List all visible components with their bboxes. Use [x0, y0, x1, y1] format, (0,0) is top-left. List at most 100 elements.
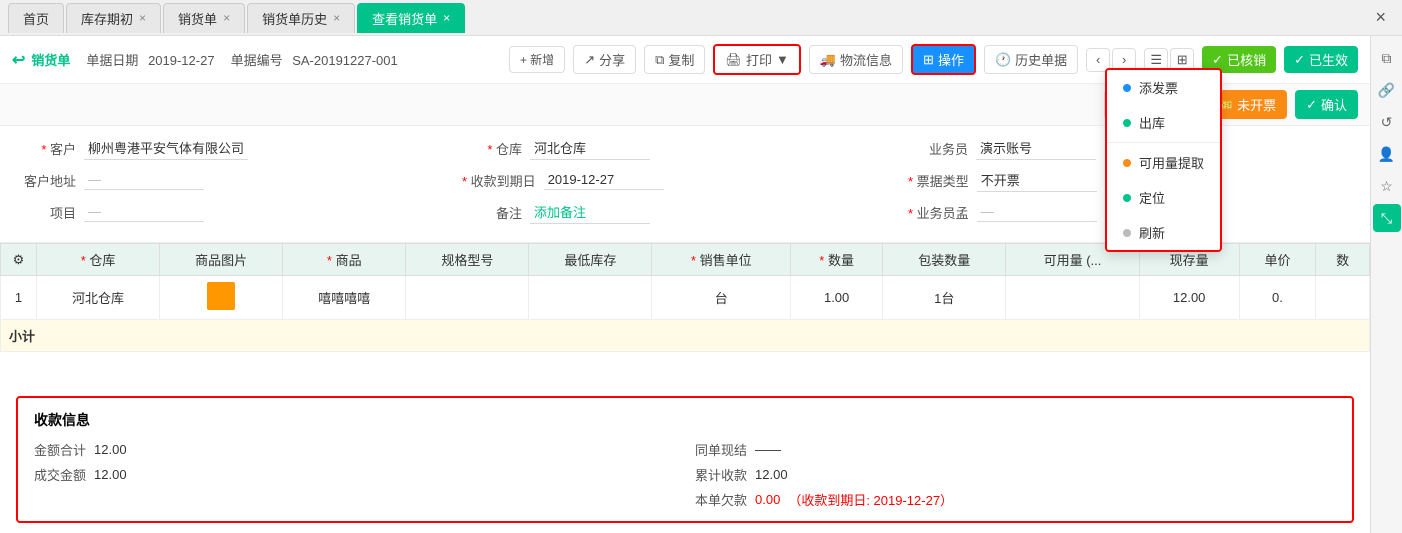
locate-item[interactable]: 定位: [1107, 180, 1220, 215]
col-warehouse: 仓库: [37, 244, 160, 276]
subtotal-label: 小计: [1, 320, 1370, 352]
copy-button[interactable]: ⧉ 复制: [644, 45, 705, 74]
col-quantity: 数量: [791, 244, 883, 276]
subtotal-row: 小计: [1, 320, 1370, 352]
row-product: 嘻嘻嘻嘻: [283, 276, 406, 320]
grid-icon: ⊞: [923, 52, 934, 68]
row-index: 1: [1, 276, 37, 320]
tab-sales-order[interactable]: 销货单 ×: [163, 3, 245, 33]
tab-inventory-init[interactable]: 库存期初 ×: [66, 3, 161, 33]
col-product: 商品: [283, 244, 406, 276]
col-price: 单价: [1239, 244, 1316, 276]
ticket-label: 票据类型: [908, 171, 969, 190]
confirm-button[interactable]: ✓ 确认: [1295, 90, 1358, 119]
operation-dropdown: 添发票 出库 可用量提取 定位 刷新: [1105, 68, 1222, 252]
arrears-value: 0.00: [755, 492, 780, 507]
refresh-label: 刷新: [1139, 223, 1165, 242]
doc-type-label: 销货单: [31, 50, 70, 69]
copy-sidebar-icon[interactable]: ⧉: [1373, 44, 1401, 72]
add-remark-btn[interactable]: 添加备注: [530, 200, 650, 224]
col-image: 商品图片: [160, 244, 283, 276]
table-wrap: ⚙ 仓库 商品图片 商品 规格型号 最低库存 销售单位 数量 包装数量 可用量 …: [0, 243, 1370, 386]
tab-inventory-init-label: 库存期初: [81, 9, 133, 28]
tab-view-sales-close[interactable]: ×: [443, 11, 450, 25]
tab-sales-order-label: 销货单: [178, 9, 217, 28]
transaction-amount-value: 12.00: [94, 467, 127, 482]
arrears-note: （收款到期日: 2019-12-27）: [788, 490, 953, 509]
remark-group: 备注 添加备注: [462, 200, 908, 224]
tab-view-sales-label: 查看销货单: [372, 9, 437, 28]
truck-icon: 🚚: [820, 52, 836, 68]
row-quantity: 1.00: [791, 276, 883, 320]
tab-sales-order-close[interactable]: ×: [223, 11, 230, 25]
project-group: 项目 —: [16, 202, 462, 222]
tab-view-sales[interactable]: 查看销货单 ×: [357, 3, 465, 33]
print-button[interactable]: 🖨 打印 ▼: [713, 44, 800, 75]
copy-icon: ⧉: [655, 52, 664, 68]
star-sidebar-icon[interactable]: ☆: [1373, 172, 1401, 200]
tab-inventory-init-close[interactable]: ×: [139, 11, 146, 25]
row-price: 0.: [1239, 276, 1316, 320]
amount-total-row: 金额合计 12.00: [34, 440, 675, 459]
col-min-stock: 最低库存: [529, 244, 652, 276]
staff-label: 业务员: [908, 139, 968, 158]
row-pack-qty: 1台: [883, 276, 1006, 320]
operation-button[interactable]: ⊞ 操作: [911, 44, 976, 75]
check-icon2: ✓: [1294, 52, 1305, 68]
share-button[interactable]: ↗ 分享: [573, 45, 636, 74]
refresh-item[interactable]: 刷新: [1107, 215, 1220, 250]
same-order-label: 同单现结: [695, 440, 747, 459]
transaction-amount-label: 成交金额: [34, 465, 86, 484]
extract-dot: [1123, 159, 1131, 167]
user-sidebar-icon[interactable]: 👤: [1373, 140, 1401, 168]
row-image: [160, 276, 283, 320]
cumulative-row: 累计收款 12.00: [695, 465, 1336, 484]
row-current: 12.00: [1139, 276, 1239, 320]
warehouse-label: 仓库: [462, 139, 522, 158]
customer-label: 客户: [16, 139, 76, 158]
tab-home-label: 首页: [23, 9, 49, 28]
rotate-sidebar-icon[interactable]: ↺: [1373, 108, 1401, 136]
tab-bar: 首页 库存期初 × 销货单 × 销货单历史 × 查看销货单 × ×: [0, 0, 1402, 36]
right-sidebar: ⧉ 🔗 ↺ 👤 ☆ ⤡: [1370, 36, 1402, 533]
outbound-dot: [1123, 119, 1131, 127]
col-settings[interactable]: ⚙: [1, 244, 37, 276]
effective-button[interactable]: ✓ 已生效: [1284, 46, 1358, 73]
table-row: 1 河北仓库 嘻嘻嘻嘻 台 1.00 1台 12.00 0.: [1, 276, 1370, 320]
row-min-stock: [529, 276, 652, 320]
outbound-item[interactable]: 出库: [1107, 105, 1220, 140]
refresh-dot: [1123, 229, 1131, 237]
project-value: —: [84, 202, 204, 222]
sales-staff-label: 业务员孟: [908, 203, 969, 222]
tab-home[interactable]: 首页: [8, 3, 64, 33]
add-invoice-label: 添发票: [1139, 78, 1178, 97]
link-sidebar-icon[interactable]: 🔗: [1373, 76, 1401, 104]
window-close-button[interactable]: ×: [1367, 7, 1394, 28]
address-value: —: [84, 170, 204, 190]
amount-total-label: 金额合计: [34, 440, 86, 459]
same-order-row: 同单现结 ——: [695, 440, 1336, 459]
new-button[interactable]: + 新增: [509, 46, 565, 73]
doc-meta: 单据日期 2019-12-27 单据编号 SA-20191227-001: [86, 50, 397, 69]
collection-info-box: 收款信息 金额合计 12.00 同单现结 —— 成交金额 12.00 累计收款 …: [16, 396, 1354, 523]
row-spec: [406, 276, 529, 320]
staff-value: 演示账号: [976, 136, 1096, 160]
extract-item[interactable]: 可用量提取: [1107, 145, 1220, 180]
history-button[interactable]: 🕐 历史单据: [984, 45, 1078, 74]
history-icon: 🕐: [995, 52, 1011, 68]
row-unit: 台: [652, 276, 791, 320]
row-warehouse: 河北仓库: [37, 276, 160, 320]
expand-sidebar-icon[interactable]: ⤡: [1373, 204, 1401, 232]
logistics-button[interactable]: 🚚 物流信息: [809, 45, 903, 74]
add-invoice-dot: [1123, 84, 1131, 92]
col-pack-qty: 包装数量: [883, 244, 1006, 276]
tab-sales-history[interactable]: 销货单历史 ×: [247, 3, 355, 33]
tab-sales-history-label: 销货单历史: [262, 9, 327, 28]
product-image: [207, 282, 235, 310]
remark-label: 备注: [462, 203, 522, 222]
doc-number-value: SA-20191227-001: [292, 53, 398, 68]
arrears-label: 本单欠款: [695, 490, 747, 509]
payment-date-group: 收款到期日 2019-12-27: [462, 170, 908, 190]
tab-sales-history-close[interactable]: ×: [333, 11, 340, 25]
add-invoice-item[interactable]: 添发票: [1107, 70, 1220, 105]
